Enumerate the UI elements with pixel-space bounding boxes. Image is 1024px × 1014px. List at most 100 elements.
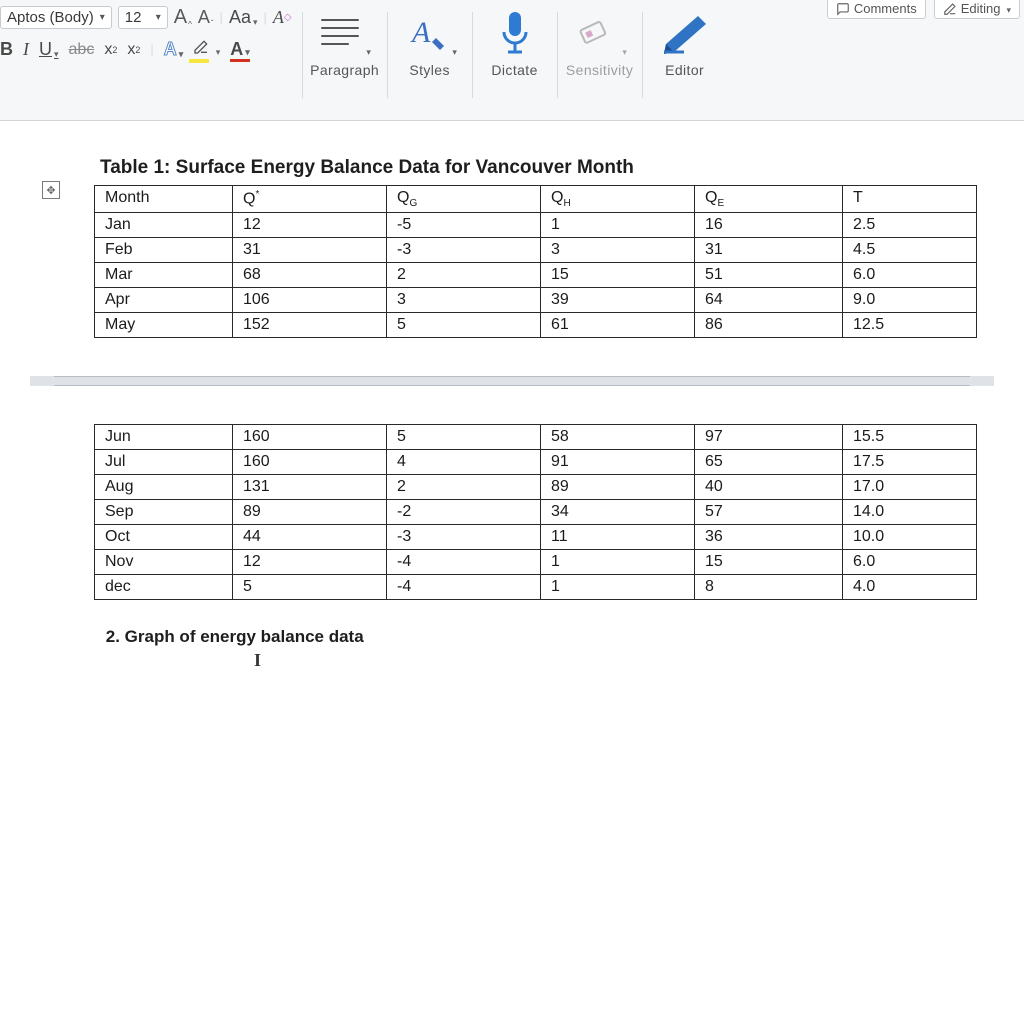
change-case-button[interactable]: Aa ▾ (229, 7, 258, 28)
table-cell[interactable]: 11 (541, 525, 695, 550)
table-cell[interactable]: Nov (95, 550, 233, 575)
table-cell[interactable]: 58 (541, 425, 695, 450)
table-cell[interactable]: -5 (387, 213, 541, 238)
table-cell[interactable]: 39 (541, 288, 695, 313)
font-family-selector[interactable]: Aptos (Body) ▾ (0, 6, 112, 29)
table-cell[interactable]: 3 (387, 288, 541, 313)
text-effects-button[interactable]: A▾ (164, 39, 184, 60)
superscript-button[interactable]: x2 (127, 41, 140, 59)
table-cell[interactable]: 4 (387, 450, 541, 475)
document-canvas[interactable]: Table 1: Surface Energy Balance Data for… (0, 121, 1024, 1014)
font-size-selector[interactable]: 12 ▾ (118, 6, 168, 29)
table-move-handle-icon[interactable]: ✥ (42, 181, 60, 199)
energy-balance-table-2[interactable]: Jun1605589715.5Jul1604916517.5Aug1312894… (94, 424, 977, 600)
table-cell[interactable]: 12.5 (843, 313, 977, 338)
table-cell[interactable]: 40 (695, 475, 843, 500)
underline-button[interactable]: U▾ (39, 39, 59, 60)
styles-button[interactable]: A ▾ Styles (388, 6, 472, 116)
editing-mode-button[interactable]: Editing ▾ (934, 0, 1020, 19)
bold-button[interactable]: B (0, 39, 13, 60)
table-cell[interactable]: 15 (541, 263, 695, 288)
table-cell[interactable]: Jun (95, 425, 233, 450)
strikethrough-button[interactable]: abc (69, 41, 95, 59)
table-cell[interactable]: 34 (541, 500, 695, 525)
table-cell[interactable]: 36 (695, 525, 843, 550)
table-cell[interactable]: May (95, 313, 233, 338)
table-cell[interactable]: 64 (695, 288, 843, 313)
table-cell[interactable]: 160 (233, 450, 387, 475)
table-cell[interactable]: Feb (95, 238, 233, 263)
table-cell[interactable]: 17.5 (843, 450, 977, 475)
table-cell[interactable]: 91 (541, 450, 695, 475)
table-cell[interactable]: 15 (695, 550, 843, 575)
table-cell[interactable]: 61 (541, 313, 695, 338)
table-cell[interactable]: Aug (95, 475, 233, 500)
table-cell[interactable]: 65 (695, 450, 843, 475)
table-cell[interactable]: 3 (541, 238, 695, 263)
table-cell[interactable]: -4 (387, 575, 541, 600)
table-cell[interactable]: 1 (541, 550, 695, 575)
table-cell[interactable]: 51 (695, 263, 843, 288)
font-color-button[interactable]: A▾ (230, 39, 250, 60)
dictate-button[interactable]: Dictate (473, 6, 557, 116)
clear-formatting-button[interactable]: A◇ (273, 7, 292, 28)
table-cell[interactable]: 106 (233, 288, 387, 313)
increase-font-size-button[interactable]: A^ (174, 6, 192, 29)
table-cell[interactable]: 10.0 (843, 525, 977, 550)
table-row[interactable]: Mar68215516.0 (95, 263, 977, 288)
highlight-color-button[interactable]: ▾ (193, 39, 220, 60)
table-row[interactable]: Apr106339649.0 (95, 288, 977, 313)
table-cell[interactable]: -3 (387, 525, 541, 550)
table-cell[interactable]: 12 (233, 213, 387, 238)
table-cell[interactable]: Jan (95, 213, 233, 238)
table-cell[interactable]: 57 (695, 500, 843, 525)
comments-button[interactable]: Comments (827, 0, 926, 19)
table-cell[interactable]: 86 (695, 313, 843, 338)
table-cell[interactable]: 1 (541, 575, 695, 600)
table-cell[interactable]: 16 (695, 213, 843, 238)
table-cell[interactable]: 97 (695, 425, 843, 450)
table-cell[interactable]: 2 (387, 475, 541, 500)
table-cell[interactable]: 17.0 (843, 475, 977, 500)
table-row[interactable]: May1525618612.5 (95, 313, 977, 338)
table-cell[interactable]: 15.5 (843, 425, 977, 450)
table-cell[interactable]: 5 (387, 313, 541, 338)
table-cell[interactable]: 31 (233, 238, 387, 263)
table-cell[interactable]: Oct (95, 525, 233, 550)
table-cell[interactable]: 31 (695, 238, 843, 263)
table-row[interactable]: Jul1604916517.5 (95, 450, 977, 475)
table-cell[interactable]: Jul (95, 450, 233, 475)
energy-balance-table-1[interactable]: MonthQ*QGQHQETJan12-51162.5Feb31-33314.5… (94, 185, 977, 338)
table-cell[interactable]: 131 (233, 475, 387, 500)
table-row[interactable]: Aug1312894017.0 (95, 475, 977, 500)
table-cell[interactable]: Sep (95, 500, 233, 525)
table-cell[interactable]: 4.0 (843, 575, 977, 600)
table-row[interactable]: dec5-4184.0 (95, 575, 977, 600)
table-cell[interactable]: 1 (541, 213, 695, 238)
table-cell[interactable]: 5 (387, 425, 541, 450)
table-cell[interactable]: 89 (233, 500, 387, 525)
table-cell[interactable]: Apr (95, 288, 233, 313)
table-cell[interactable]: 6.0 (843, 550, 977, 575)
table-row[interactable]: Nov12-41156.0 (95, 550, 977, 575)
subscript-button[interactable]: x2 (104, 41, 117, 59)
table-cell[interactable]: 44 (233, 525, 387, 550)
table-row[interactable]: Jun1605589715.5 (95, 425, 977, 450)
table-row[interactable]: Oct44-3113610.0 (95, 525, 977, 550)
sensitivity-button[interactable]: ▾ Sensitivity (558, 6, 642, 116)
table-cell[interactable]: 2.5 (843, 213, 977, 238)
table-row[interactable]: Jan12-51162.5 (95, 213, 977, 238)
table-cell[interactable]: 8 (695, 575, 843, 600)
table-cell[interactable]: -3 (387, 238, 541, 263)
table-cell[interactable]: -2 (387, 500, 541, 525)
table-cell[interactable]: 160 (233, 425, 387, 450)
table-row[interactable]: Sep89-2345714.0 (95, 500, 977, 525)
table-cell[interactable]: 5 (233, 575, 387, 600)
editor-button[interactable]: Editor (643, 6, 727, 116)
table-cell[interactable]: 9.0 (843, 288, 977, 313)
table-cell[interactable]: 89 (541, 475, 695, 500)
table-cell[interactable]: 12 (233, 550, 387, 575)
table-row[interactable]: Feb31-33314.5 (95, 238, 977, 263)
table-cell[interactable]: dec (95, 575, 233, 600)
table-cell[interactable]: -4 (387, 550, 541, 575)
